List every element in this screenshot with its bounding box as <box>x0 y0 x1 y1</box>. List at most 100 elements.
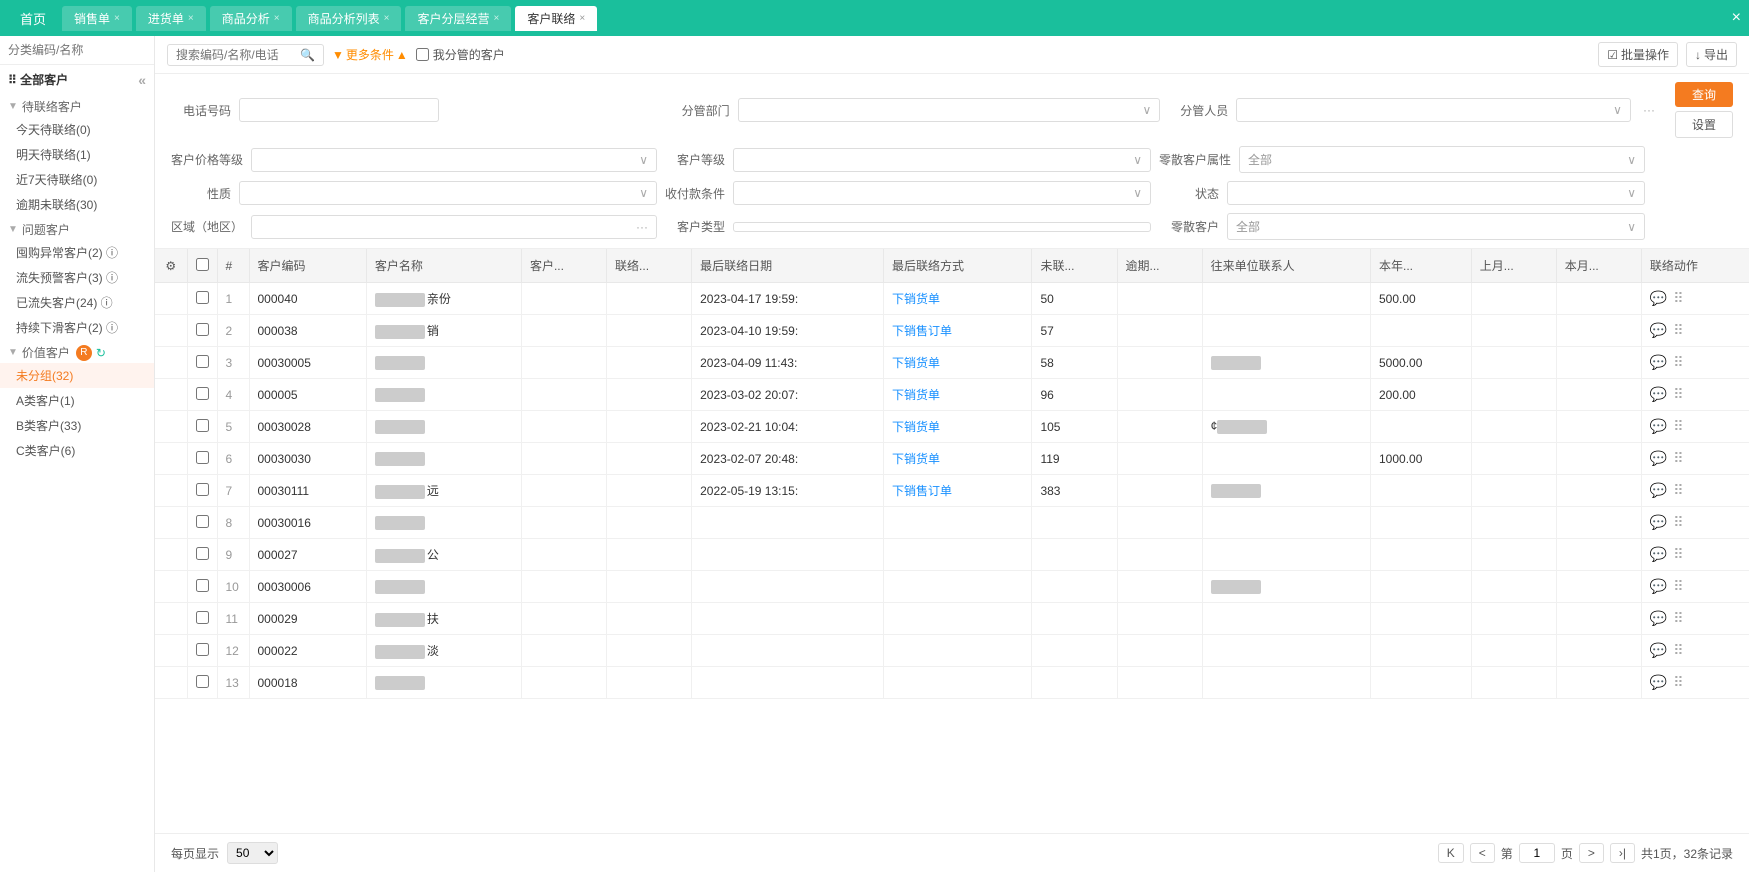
chat-icon-12[interactable]: 💬 <box>1650 674 1667 691</box>
row-method-link-1[interactable]: 下销售订单 <box>892 324 952 338</box>
prev-page-button[interactable]: < <box>1470 843 1495 863</box>
status-select[interactable]: ∨ <box>1227 181 1645 205</box>
chat-icon-8[interactable]: 💬 <box>1650 546 1667 563</box>
chat-icon-6[interactable]: 💬 <box>1650 482 1667 499</box>
nav-home[interactable]: 首页 <box>8 9 58 28</box>
chat-icon-9[interactable]: 💬 <box>1650 578 1667 595</box>
nav-tab-analysis-list[interactable]: 商品分析列表 × <box>296 6 402 31</box>
phone-input[interactable] <box>239 98 439 122</box>
grid-icon-10[interactable]: ⠿ <box>1673 610 1683 627</box>
customer-level-select[interactable]: ∨ <box>733 148 1151 172</box>
th-this-month[interactable]: 本月... <box>1556 249 1641 283</box>
grid-icon-12[interactable]: ⠿ <box>1673 674 1683 691</box>
close-sales-tab[interactable]: × <box>114 13 120 24</box>
chat-icon-7[interactable]: 💬 <box>1650 514 1667 531</box>
customer-type-select[interactable] <box>733 222 1151 232</box>
chat-icon-11[interactable]: 💬 <box>1650 642 1667 659</box>
grid-icon-11[interactable]: ⠿ <box>1673 642 1683 659</box>
retail-customer-select[interactable]: 全部 ∨ <box>1227 213 1645 240</box>
row-checkbox-3[interactable] <box>187 379 217 411</box>
grid-icon-1[interactable]: ⠿ <box>1673 322 1683 339</box>
reset-button[interactable]: 设置 <box>1675 111 1733 138</box>
row-method-link-3[interactable]: 下销货单 <box>892 388 940 402</box>
main-search-input[interactable] <box>176 48 296 62</box>
my-customers-checkbox[interactable] <box>416 48 429 61</box>
th-customer-type-col[interactable]: 客户... <box>521 249 606 283</box>
per-page-select[interactable]: 50 20 100 <box>227 842 278 864</box>
row-checkbox-2[interactable] <box>187 347 217 379</box>
sidebar-item-tomorrow[interactable]: 明天待联络(1) <box>0 142 154 167</box>
sidebar-item-b-class[interactable]: B类客户(33) <box>0 413 154 438</box>
row-method-link-4[interactable]: 下销货单 <box>892 420 940 434</box>
nav-tab-crm[interactable]: 客户分层经营 × <box>405 6 511 31</box>
value-customer-group[interactable]: ▼ 价值客户 R ↻ <box>0 340 154 363</box>
first-page-button[interactable]: K <box>1438 843 1464 863</box>
close-purchase-tab[interactable]: × <box>188 13 194 24</box>
chat-icon-4[interactable]: 💬 <box>1650 418 1667 435</box>
payment-select[interactable]: ∨ <box>733 181 1151 205</box>
close-crm-tab[interactable]: × <box>493 13 499 24</box>
close-contact-tab[interactable]: × <box>579 13 585 24</box>
th-last-method[interactable]: 最后联络方式 <box>884 249 1032 283</box>
chat-icon-1[interactable]: 💬 <box>1650 322 1667 339</box>
nav-tab-contact[interactable]: 客户联络 × <box>515 6 597 31</box>
sidebar-item-a-class[interactable]: A类客户(1) <box>0 388 154 413</box>
nature-select[interactable]: ∨ <box>239 181 657 205</box>
query-button[interactable]: 查询 <box>1675 82 1733 107</box>
row-method-link-2[interactable]: 下销货单 <box>892 356 940 370</box>
sidebar-search-input[interactable] <box>8 43 155 57</box>
row-checkbox-11[interactable] <box>187 635 217 667</box>
grid-icon-8[interactable]: ⠿ <box>1673 546 1683 563</box>
th-checkbox[interactable] <box>187 249 217 283</box>
close-analysis-list-tab[interactable]: × <box>384 13 390 24</box>
nav-tab-analysis[interactable]: 商品分析 × <box>210 6 292 31</box>
sidebar-item-c-class[interactable]: C类客户(6) <box>0 438 154 463</box>
region-select[interactable]: ··· <box>251 215 657 239</box>
th-last-month[interactable]: 上月... <box>1471 249 1556 283</box>
row-checkbox-0[interactable] <box>187 283 217 315</box>
close-analysis-tab[interactable]: × <box>274 13 280 24</box>
sidebar-item-churn-warning[interactable]: 流失预警客户(3) ⓘ <box>0 265 154 290</box>
th-code[interactable]: 客户编码 <box>249 249 366 283</box>
my-customers-filter[interactable]: 我分管的客户 <box>416 46 505 63</box>
grid-icon-4[interactable]: ⠿ <box>1673 418 1683 435</box>
grid-icon-7[interactable]: ⠿ <box>1673 514 1683 531</box>
last-page-button[interactable]: ›| <box>1610 843 1635 863</box>
th-overdue[interactable]: 逾期... <box>1117 249 1202 283</box>
window-close-button[interactable]: × <box>1732 9 1741 27</box>
th-unlisted[interactable]: 未联... <box>1032 249 1117 283</box>
th-contact[interactable]: 联络... <box>607 249 692 283</box>
grid-icon-5[interactable]: ⠿ <box>1673 450 1683 467</box>
export-button[interactable]: ↓ 导出 <box>1686 42 1737 67</box>
th-settings[interactable]: ⚙ <box>155 249 187 283</box>
grid-icon-2[interactable]: ⠿ <box>1673 354 1683 371</box>
manager-select[interactable]: ∨ <box>1236 98 1631 122</box>
pending-contact-group[interactable]: ▼ 待联络客户 <box>0 94 154 117</box>
chat-icon-0[interactable]: 💬 <box>1650 290 1667 307</box>
row-checkbox-6[interactable] <box>187 475 217 507</box>
grid-icon-0[interactable]: ⠿ <box>1673 290 1683 307</box>
manager-dots[interactable]: ··· <box>1639 103 1659 117</box>
price-level-select[interactable]: ∨ <box>251 148 657 172</box>
th-this-year[interactable]: 本年... <box>1371 249 1472 283</box>
row-checkbox-7[interactable] <box>187 507 217 539</box>
chat-icon-10[interactable]: 💬 <box>1650 610 1667 627</box>
row-checkbox-12[interactable] <box>187 667 217 699</box>
sidebar-item-today[interactable]: 今天待联络(0) <box>0 117 154 142</box>
retail-attr-select[interactable]: 全部 ∨ <box>1239 146 1645 173</box>
row-method-link-0[interactable]: 下销货单 <box>892 292 940 306</box>
th-last-date[interactable]: 最后联络日期 <box>692 249 884 283</box>
th-name[interactable]: 客户名称 <box>366 249 521 283</box>
sidebar-item-overdue[interactable]: 逾期未联络(30) <box>0 192 154 217</box>
row-method-link-5[interactable]: 下销货单 <box>892 452 940 466</box>
grid-icon-9[interactable]: ⠿ <box>1673 578 1683 595</box>
chat-icon-2[interactable]: 💬 <box>1650 354 1667 371</box>
all-customers-header[interactable]: ⠿ 全部客户 « <box>0 65 154 94</box>
dept-select[interactable]: ∨ <box>738 98 1161 122</box>
grid-icon-3[interactable]: ⠿ <box>1673 386 1683 403</box>
sidebar-item-hoarding[interactable]: 囤购异常客户(2) ⓘ <box>0 240 154 265</box>
page-number-input[interactable] <box>1519 843 1555 863</box>
batch-ops-button[interactable]: ☑ 批量操作 <box>1598 42 1678 67</box>
row-checkbox-10[interactable] <box>187 603 217 635</box>
row-checkbox-9[interactable] <box>187 571 217 603</box>
